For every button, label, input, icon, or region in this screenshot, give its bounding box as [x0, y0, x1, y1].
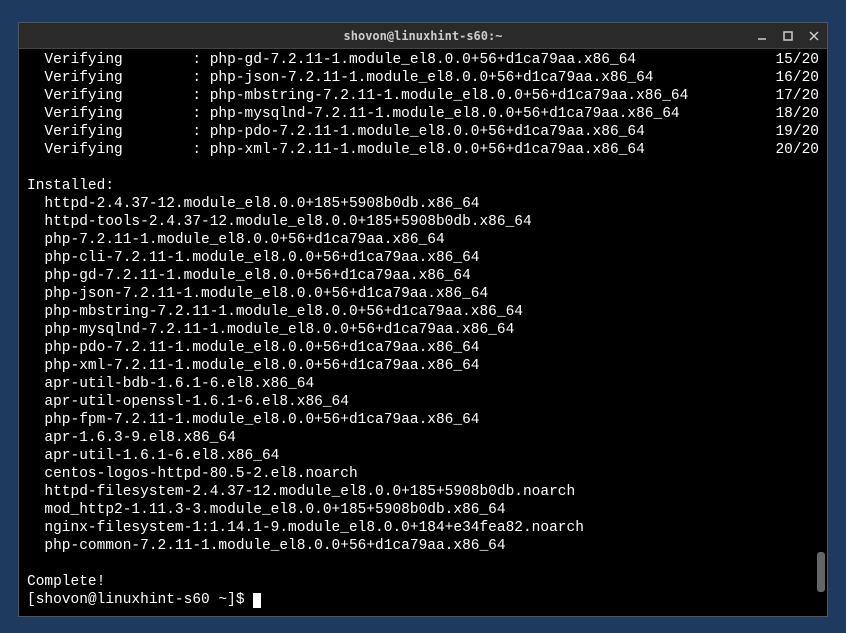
close-button[interactable]: [805, 27, 823, 45]
window-controls: [753, 27, 823, 45]
installed-package: php-7.2.11-1.module_el8.0.0+56+d1ca79aa.…: [27, 231, 819, 249]
installed-package: php-mbstring-7.2.11-1.module_el8.0.0+56+…: [27, 303, 819, 321]
installed-header: Installed:: [27, 177, 819, 195]
verify-count: 17/20: [688, 87, 819, 105]
verify-line: Verifying : php-pdo-7.2.11-1.module_el8.…: [27, 123, 819, 141]
verify-count: 15/20: [636, 51, 819, 69]
verify-package: php-mbstring-7.2.11-1.module_el8.0.0+56+…: [210, 87, 689, 105]
verify-count: 19/20: [645, 123, 819, 141]
installed-package: php-json-7.2.11-1.module_el8.0.0+56+d1ca…: [27, 285, 819, 303]
verify-package: php-xml-7.2.11-1.module_el8.0.0+56+d1ca7…: [210, 141, 645, 159]
installed-package: php-common-7.2.11-1.module_el8.0.0+56+d1…: [27, 537, 819, 555]
installed-package: apr-util-openssl-1.6.1-6.el8.x86_64: [27, 393, 819, 411]
verify-package: php-pdo-7.2.11-1.module_el8.0.0+56+d1ca7…: [210, 123, 645, 141]
complete-line: Complete!: [27, 573, 819, 591]
verify-label: Verifying :: [27, 123, 210, 141]
installed-package: php-xml-7.2.11-1.module_el8.0.0+56+d1ca7…: [27, 357, 819, 375]
prompt-line: [shovon@linuxhint-s60 ~]$: [27, 591, 819, 609]
installed-package: httpd-2.4.37-12.module_el8.0.0+185+5908b…: [27, 195, 819, 213]
minimize-button[interactable]: [753, 27, 771, 45]
blank-line: [27, 159, 819, 177]
verify-line: Verifying : php-mbstring-7.2.11-1.module…: [27, 87, 819, 105]
installed-package: centos-logos-httpd-80.5-2.el8.noarch: [27, 465, 819, 483]
installed-package: apr-1.6.3-9.el8.x86_64: [27, 429, 819, 447]
installed-package: mod_http2-1.11.3-3.module_el8.0.0+185+59…: [27, 501, 819, 519]
verify-label: Verifying :: [27, 105, 210, 123]
verify-line: Verifying : php-json-7.2.11-1.module_el8…: [27, 69, 819, 87]
verify-line: Verifying : php-gd-7.2.11-1.module_el8.0…: [27, 51, 819, 69]
installed-package: php-cli-7.2.11-1.module_el8.0.0+56+d1ca7…: [27, 249, 819, 267]
installed-package: apr-util-bdb-1.6.1-6.el8.x86_64: [27, 375, 819, 393]
installed-package: php-mysqlnd-7.2.11-1.module_el8.0.0+56+d…: [27, 321, 819, 339]
verify-package: php-json-7.2.11-1.module_el8.0.0+56+d1ca…: [210, 69, 654, 87]
installed-package: nginx-filesystem-1:1.14.1-9.module_el8.0…: [27, 519, 819, 537]
verify-label: Verifying :: [27, 87, 210, 105]
verify-label: Verifying :: [27, 141, 210, 159]
installed-package: php-pdo-7.2.11-1.module_el8.0.0+56+d1ca7…: [27, 339, 819, 357]
verify-label: Verifying :: [27, 51, 210, 69]
blank-line: [27, 555, 819, 573]
verify-line: Verifying : php-xml-7.2.11-1.module_el8.…: [27, 141, 819, 159]
verify-count: 16/20: [654, 69, 819, 87]
verify-package: php-gd-7.2.11-1.module_el8.0.0+56+d1ca79…: [210, 51, 636, 69]
terminal-content[interactable]: Verifying : php-gd-7.2.11-1.module_el8.0…: [19, 49, 827, 616]
window-title: shovon@linuxhint-s60:~: [344, 29, 503, 43]
installed-package: httpd-filesystem-2.4.37-12.module_el8.0.…: [27, 483, 819, 501]
verify-package: php-mysqlnd-7.2.11-1.module_el8.0.0+56+d…: [210, 105, 680, 123]
installed-package: php-fpm-7.2.11-1.module_el8.0.0+56+d1ca7…: [27, 411, 819, 429]
verify-count: 20/20: [645, 141, 819, 159]
cursor: [253, 593, 261, 608]
titlebar: shovon@linuxhint-s60:~: [19, 23, 827, 49]
verify-label: Verifying :: [27, 69, 210, 87]
verify-line: Verifying : php-mysqlnd-7.2.11-1.module_…: [27, 105, 819, 123]
verify-count: 18/20: [680, 105, 819, 123]
installed-package: apr-util-1.6.1-6.el8.x86_64: [27, 447, 819, 465]
scrollbar[interactable]: [817, 552, 825, 592]
installed-package: httpd-tools-2.4.37-12.module_el8.0.0+185…: [27, 213, 819, 231]
terminal-window: shovon@linuxhint-s60:~ Verifying : php-g…: [18, 22, 828, 617]
installed-package: php-gd-7.2.11-1.module_el8.0.0+56+d1ca79…: [27, 267, 819, 285]
prompt: [shovon@linuxhint-s60 ~]$: [27, 592, 253, 608]
maximize-button[interactable]: [779, 27, 797, 45]
